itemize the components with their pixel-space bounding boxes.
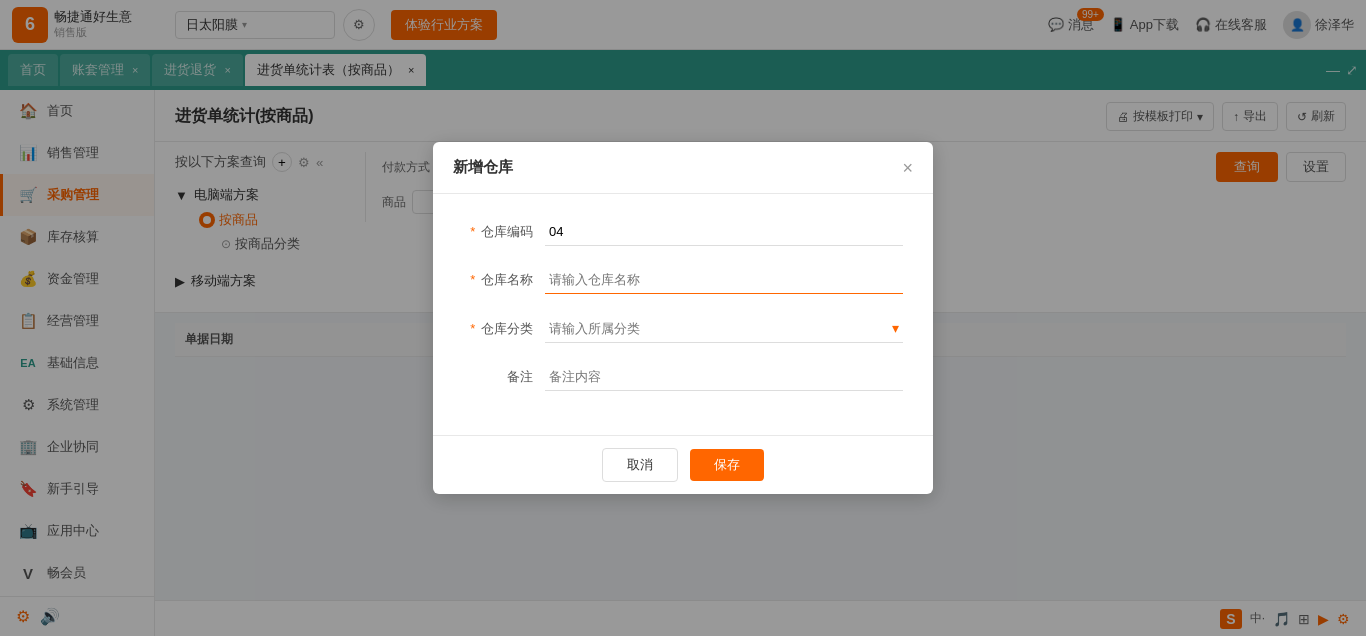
name-label: * 仓库名称 [463,271,533,289]
modal-title: 新增仓库 [453,158,513,177]
save-button[interactable]: 保存 [690,449,764,481]
category-label: * 仓库分类 [463,320,533,338]
category-caret-icon: ▾ [892,320,899,336]
modal-overlay: 新增仓库 × * 仓库编码 * 仓库名称 [0,0,1366,636]
category-input[interactable] [549,321,892,336]
category-required: * [470,321,475,336]
cancel-button[interactable]: 取消 [602,448,678,482]
category-row: * 仓库分类 ▾ [463,314,903,343]
name-row: * 仓库名称 [463,266,903,294]
remark-row: 备注 [463,363,903,391]
name-input[interactable] [545,266,903,294]
remark-input[interactable] [545,363,903,391]
modal-footer: 取消 保存 [433,435,933,494]
code-label: * 仓库编码 [463,223,533,241]
category-select-wrap[interactable]: ▾ [545,314,903,343]
code-row: * 仓库编码 [463,218,903,246]
modal-close-icon[interactable]: × [902,159,913,177]
name-required: * [470,272,475,287]
new-warehouse-modal: 新增仓库 × * 仓库编码 * 仓库名称 [433,142,933,494]
modal-body: * 仓库编码 * 仓库名称 * 仓库分类 [433,194,933,435]
code-input[interactable] [545,218,903,246]
code-required: * [470,224,475,239]
remark-label: 备注 [463,368,533,386]
modal-header: 新增仓库 × [433,142,933,194]
